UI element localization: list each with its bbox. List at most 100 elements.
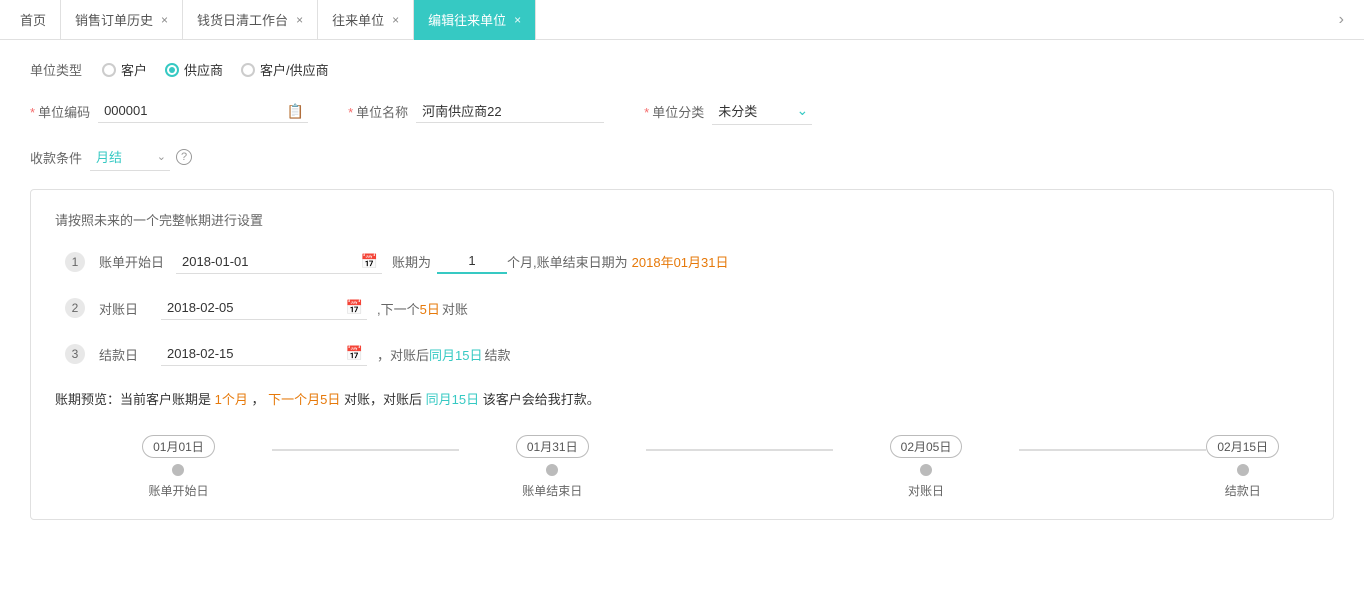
preview-part3: 同月15日 [426,392,479,407]
payment-condition-label: 收款条件 [30,148,82,167]
payment-condition-help-icon[interactable]: ? [176,149,192,165]
preview-comma1: ， [252,392,265,407]
radio-customer-label: 客户 [121,60,147,79]
tab-bar-arrow[interactable]: › [1329,11,1354,29]
period-field-label-1: 账单开始日 [99,252,164,271]
tl-segment-3 [1019,449,1206,451]
date-input-wrapper-2: 📅 [161,296,367,320]
preview-prefix: 账期预览：当前客户账期是 [55,392,211,407]
tab-partner-label: 往来单位 [332,10,384,29]
tab-bar: 首页 销售订单历史 × 钱货日清工作台 × 往来单位 × 编辑往来单位 × › [0,0,1364,40]
unit-category-select[interactable]: 未分类 ⌄ [712,97,812,125]
tl-badge-4: 02月15日 [1206,435,1279,458]
tl-label-4: 结款日 [1225,482,1261,499]
period-num-2: 2 [65,298,85,318]
calendar-icon-2[interactable]: 📅 [346,299,363,316]
unit-name-label: 单位名称 [348,102,408,121]
radio-both-label: 客户/供应商 [260,60,329,79]
unit-name-group: 单位名称 [348,99,604,123]
tab-cash-work-close[interactable]: × [296,13,303,27]
preview-part1: 1个月 [215,392,248,407]
timeline-node-1: 01月01日 账单开始日 [85,435,272,499]
unit-category-group: 单位分类 未分类 ⌄ [644,97,812,125]
preview-suffix: 该客户会给我打款。 [483,392,600,407]
unit-code-input-wrapper: 📋 [98,99,308,123]
unit-info-row: 单位编码 📋 单位名称 单位分类 未分类 ⌄ [30,97,1334,125]
timeline-node-2: 01月31日 账单结束日 [459,435,646,499]
tab-edit-partner-close[interactable]: × [514,13,521,27]
payment-condition-row: 收款条件 月结 ⌄ ? [30,143,1334,171]
payment-condition-select[interactable]: 月结 ⌄ [90,143,170,171]
unit-code-copy-icon[interactable]: 📋 [287,103,304,120]
tab-home-label: 首页 [20,10,46,29]
category-dropdown-icon: ⌄ [797,102,809,119]
radio-both-circle [241,63,255,77]
tl-dot-3 [920,464,932,476]
period-num-3: 3 [65,344,85,364]
period-text-3a: ，对账后 [377,345,429,364]
period-text-2a: ,下一个 [377,299,420,318]
radio-customer[interactable]: 客户 [102,60,147,79]
tl-badge-1: 01月01日 [142,435,215,458]
date-input-wrapper-3: 📅 [161,342,367,366]
timeline-node-4: 02月15日 结款日 [1206,435,1279,499]
tab-sales-history[interactable]: 销售订单历史 × [61,0,183,40]
period-row-1: 1 账单开始日 📅 账期为 个月,账单结束日期为 2018年01月31日 [55,249,1309,274]
date-input-3[interactable] [161,342,367,365]
unit-type-label: 单位类型 [30,60,82,79]
tab-cash-work[interactable]: 钱货日清工作台 × [183,0,318,40]
period-end-date: 2018年01月31日 [632,252,729,271]
period-suffix-1: 账期为 [392,252,431,271]
period-months-input[interactable] [437,249,507,274]
reconcile-day: 5日 [420,299,440,318]
payment-condition-arrow-icon: ⌄ [157,150,166,163]
inner-card-title: 请按照未来的一个完整帐期进行设置 [55,210,1309,229]
unit-type-radio-group: 客户 供应商 客户/供应商 [102,60,329,79]
period-field-label-3: 结款日 [99,345,149,364]
unit-type-row: 单位类型 客户 供应商 客户/供应商 [30,60,1334,79]
tab-edit-partner[interactable]: 编辑往来单位 × [414,0,536,40]
timeline-nodes: 01月01日 账单开始日 01月31日 账单结束日 02月05日 对账日 [85,435,1279,499]
calendar-icon-3[interactable]: 📅 [346,345,363,362]
tl-label-1: 账单开始日 [148,482,208,499]
tab-partner-close[interactable]: × [392,13,399,27]
tab-home[interactable]: 首页 [10,0,61,40]
unit-code-group: 单位编码 📋 [30,99,308,123]
unit-code-label: 单位编码 [30,102,90,121]
period-row-3: 3 结款日 📅 ，对账后 同月15日 结款 [55,342,1309,366]
unit-category-value: 未分类 [718,101,757,120]
tab-sales-history-close[interactable]: × [161,13,168,27]
radio-supplier-circle [165,63,179,77]
tl-dot-2 [546,464,558,476]
tl-badge-2: 01月31日 [516,435,589,458]
period-text-2b: 对账 [442,299,468,318]
tl-segment-1 [272,449,459,451]
tl-label-3: 对账日 [908,482,944,499]
radio-both[interactable]: 客户/供应商 [241,60,329,79]
main-content: 单位类型 客户 供应商 客户/供应商 单位编码 📋 单位 [0,40,1364,608]
tl-dot-4 [1237,464,1249,476]
timeline-container: 01月01日 账单开始日 01月31日 账单结束日 02月05日 对账日 [55,435,1309,499]
tab-partner[interactable]: 往来单位 × [318,0,414,40]
unit-category-label: 单位分类 [644,102,704,121]
tab-cash-work-label: 钱货日清工作台 [197,10,288,29]
calendar-icon-1[interactable]: 📅 [361,253,378,270]
date-input-2[interactable] [161,296,367,319]
unit-name-input[interactable] [416,99,604,123]
preview-text: 账期预览：当前客户账期是 1个月 ， 下一个月5日 对账，对账后 同月15日 该… [55,388,1309,411]
period-field-label-2: 对账日 [99,299,149,318]
tab-sales-history-label: 销售订单历史 [75,10,153,29]
radio-customer-circle [102,63,116,77]
tl-segment-2 [646,449,833,451]
payment-day: 同月15日 [429,345,482,364]
tab-edit-partner-label: 编辑往来单位 [428,10,506,29]
date-input-1[interactable] [176,250,382,273]
period-num-1: 1 [65,252,85,272]
unit-code-input[interactable] [98,99,308,123]
date-input-wrapper-1: 📅 [176,250,382,274]
timeline-node-3: 02月05日 对账日 [833,435,1020,499]
period-text-3b: 结款 [484,345,510,364]
preview-part2: 下一个月5日 [268,392,340,407]
period-row-2: 2 对账日 📅 ,下一个 5日 对账 [55,296,1309,320]
radio-supplier[interactable]: 供应商 [165,60,223,79]
